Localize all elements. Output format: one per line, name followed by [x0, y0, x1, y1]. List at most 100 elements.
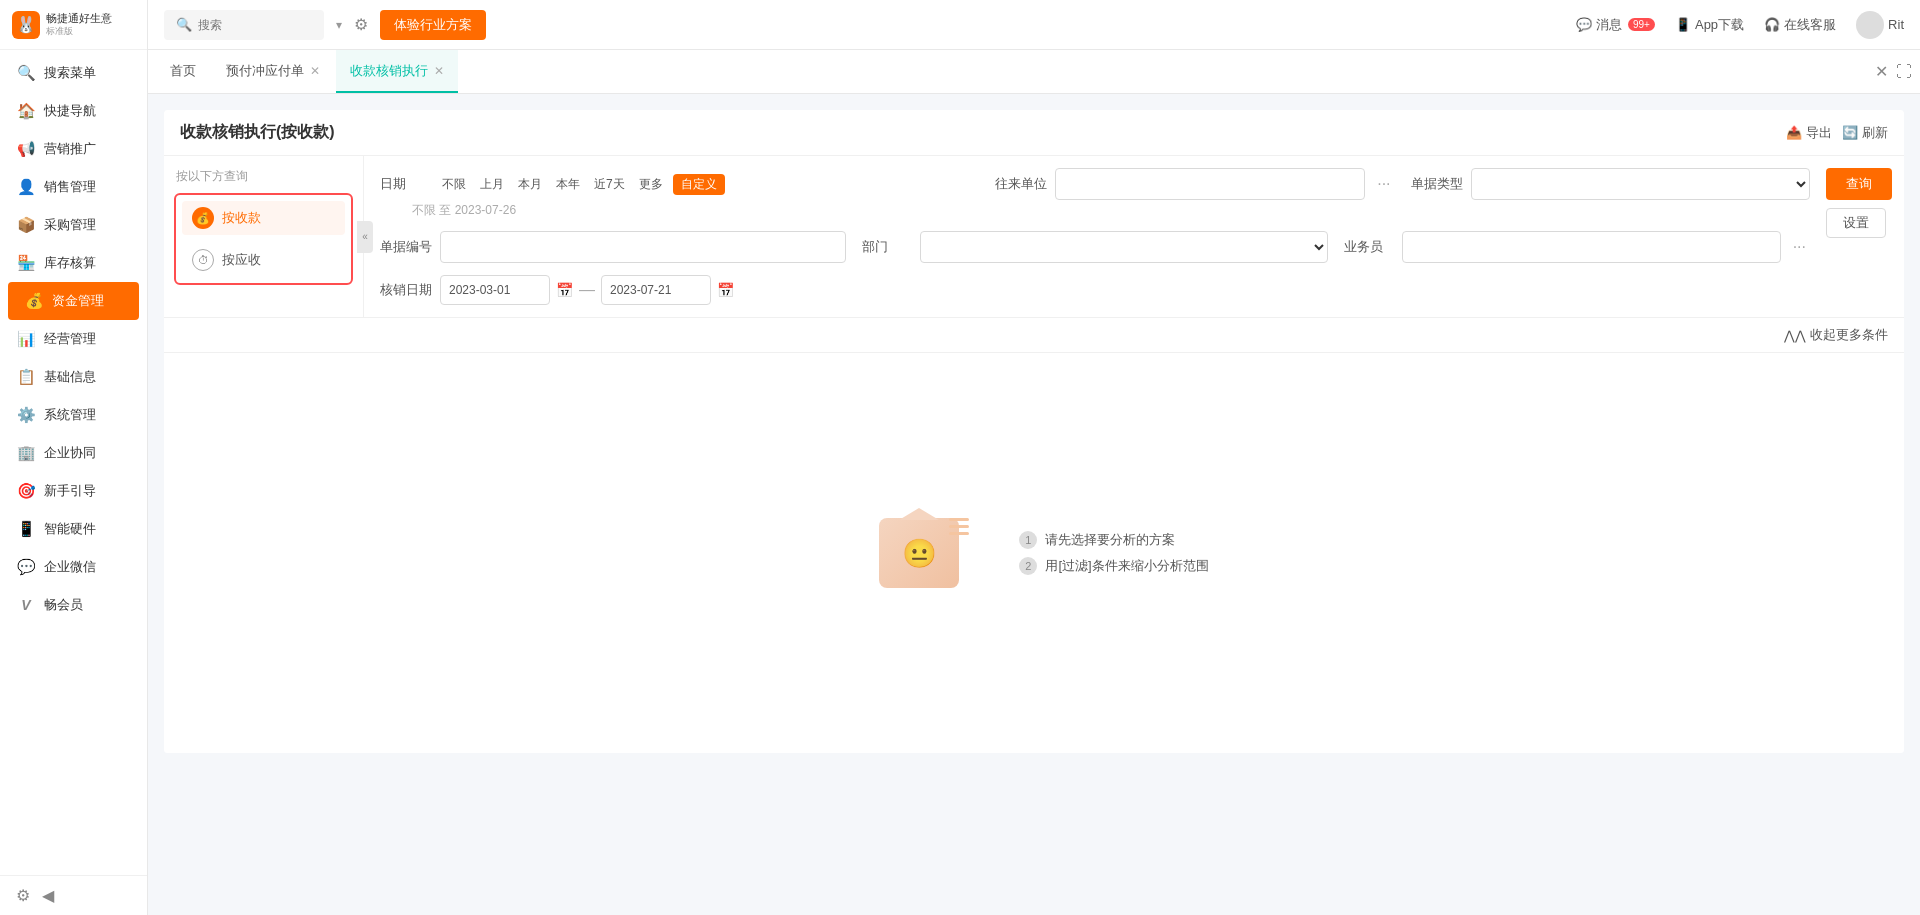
tab-prepay-close[interactable]: ✕ [310, 64, 320, 78]
message-button[interactable]: 💬 消息 99+ [1576, 16, 1655, 34]
query-type-by-receivable[interactable]: ⏱ 按应收 [182, 243, 345, 277]
tabbar: 首页 预付冲应付单 ✕ 收款核销执行 ✕ ✕ ⛶ [148, 50, 1920, 94]
department-select[interactable] [920, 231, 1328, 263]
sidebar-item-label: 智能硬件 [44, 520, 96, 538]
query-type-items: 💰 按收款 ⏱ 按应收 [182, 201, 345, 277]
logo: 🐰 畅捷通好生意 标准版 [0, 0, 147, 50]
tab-home-label: 首页 [170, 62, 196, 80]
sidebar-item-label: 快捷导航 [44, 102, 96, 120]
shortcut-this-month[interactable]: 本月 [514, 174, 546, 195]
date-shortcuts: 不限 上月 本月 本年 近7天 更多 自定义 [438, 174, 725, 195]
empty-box: 😐 [879, 518, 959, 588]
shortcut-unlimited[interactable]: 不限 [438, 174, 470, 195]
tab-receipt-writeoff-close[interactable]: ✕ [434, 64, 444, 78]
logo-icon: 🐰 [12, 11, 40, 39]
sidebar-item-quick-nav[interactable]: 🏠 快捷导航 [0, 92, 147, 130]
refresh-icon: 🔄 [1842, 125, 1858, 140]
topbar-gear-icon[interactable]: ⚙ [354, 15, 368, 34]
page-title-bar: 收款核销执行(按收款) 📤 导出 🔄 刷新 [164, 110, 1904, 156]
app-download-button[interactable]: 📱 App下载 [1675, 16, 1744, 34]
collapse-query-panel-icon[interactable]: « [357, 221, 373, 253]
sales-icon: 👤 [16, 178, 36, 196]
search-input[interactable] [198, 18, 312, 32]
query-type-title: 按以下方查询 [176, 168, 351, 185]
sidebar-item-purchase[interactable]: 📦 采购管理 [0, 206, 147, 244]
sidebar-item-label: 企业微信 [44, 558, 96, 576]
counterpart-group: 往来单位 ··· [995, 168, 1394, 200]
salesperson-ellipsis-icon[interactable]: ··· [1789, 238, 1810, 256]
sidebar-item-finance[interactable]: 💰 资金管理 [8, 282, 139, 320]
salesperson-label: 业务员 [1344, 238, 1394, 256]
system-icon: ⚙️ [16, 406, 36, 424]
collapse-sidebar-icon[interactable]: ◀ [42, 886, 54, 905]
sidebar-item-wechat[interactable]: 💬 企业微信 [0, 548, 147, 586]
query-receipt-label: 按收款 [222, 209, 261, 227]
filter-settings-button[interactable]: 设置 [1826, 208, 1886, 238]
hint-num-2: 2 [1019, 557, 1037, 575]
shortcut-last-month[interactable]: 上月 [476, 174, 508, 195]
online-service-button[interactable]: 🎧 在线客服 [1764, 16, 1836, 34]
collapse-conditions-button[interactable]: ⋀⋀ 收起更多条件 [1784, 326, 1888, 344]
sidebar-item-search-menu[interactable]: 🔍 搜索菜单 [0, 54, 147, 92]
writeoff-date-start-input[interactable] [440, 275, 550, 305]
sidebar-item-marketing[interactable]: 📢 营销推广 [0, 130, 147, 168]
salesperson-input[interactable] [1402, 231, 1781, 263]
sidebar-item-hardware[interactable]: 📱 智能硬件 [0, 510, 147, 548]
guide-icon: 🎯 [16, 482, 36, 500]
solution-button[interactable]: 体验行业方案 [380, 10, 486, 40]
sidebar-item-guide[interactable]: 🎯 新手引导 [0, 472, 147, 510]
tab-home[interactable]: 首页 [156, 50, 210, 93]
sidebar-item-label: 基础信息 [44, 368, 96, 386]
writeoff-date-group: 核销日期 📅 — 📅 [380, 275, 734, 305]
query-button[interactable]: 查询 [1826, 168, 1892, 200]
app-icon: 📱 [1675, 17, 1691, 32]
tab-close-all-icon[interactable]: ✕ [1875, 62, 1888, 81]
content: 收款核销执行(按收款) 📤 导出 🔄 刷新 按以下方查询 [148, 94, 1920, 915]
sidebar-item-member[interactable]: V 畅会员 [0, 586, 147, 624]
filter-actions: 查询 设置 [1826, 156, 1904, 317]
filter-row-1: 日期 不限 上月 本月 本年 近7天 更多 自定义 [380, 168, 1810, 200]
empty-illustration: 😐 [859, 503, 979, 603]
empty-hint-1: 1 请先选择要分析的方案 [1019, 531, 1208, 549]
marketing-icon: 📢 [16, 140, 36, 158]
sidebar-item-enterprise[interactable]: 🏢 企业协同 [0, 434, 147, 472]
settings-icon[interactable]: ⚙ [16, 886, 30, 905]
refresh-button[interactable]: 🔄 刷新 [1842, 124, 1888, 142]
tab-prepay-label: 预付冲应付单 [226, 62, 304, 80]
date-range: 📅 — 📅 [440, 275, 734, 305]
business-icon: 📊 [16, 330, 36, 348]
doctype-select[interactable] [1471, 168, 1810, 200]
shortcut-7days[interactable]: 近7天 [590, 174, 629, 195]
shortcut-custom[interactable]: 自定义 [673, 174, 725, 195]
tab-receipt-writeoff[interactable]: 收款核销执行 ✕ [336, 50, 458, 93]
empty-lines [949, 518, 969, 535]
tab-prepay[interactable]: 预付冲应付单 ✕ [212, 50, 334, 93]
date-end-calendar-icon[interactable]: 📅 [717, 282, 734, 298]
writeoff-date-end-input[interactable] [601, 275, 711, 305]
query-type-by-receipt[interactable]: 💰 按收款 [182, 201, 345, 235]
sidebar-item-business[interactable]: 📊 经营管理 [0, 320, 147, 358]
user-info[interactable]: Rit [1856, 11, 1904, 39]
message-badge: 99+ [1628, 18, 1655, 31]
shortcut-this-year[interactable]: 本年 [552, 174, 584, 195]
export-button[interactable]: 📤 导出 [1786, 124, 1832, 142]
sidebar-item-system[interactable]: ⚙️ 系统管理 [0, 396, 147, 434]
page-title: 收款核销执行(按收款) [180, 122, 335, 143]
sidebar-item-inventory[interactable]: 🏪 库存核算 [0, 244, 147, 282]
counterpart-input[interactable] [1055, 168, 1365, 200]
date-group: 日期 不限 上月 本月 本年 近7天 更多 自定义 [380, 174, 979, 195]
sidebar-item-sales[interactable]: 👤 销售管理 [0, 168, 147, 206]
topbar-search-box[interactable]: 🔍 [164, 10, 324, 40]
docno-input[interactable] [440, 231, 846, 263]
inventory-icon: 🏪 [16, 254, 36, 272]
empty-line-3 [949, 532, 969, 535]
counterpart-ellipsis-icon[interactable]: ··· [1373, 175, 1394, 193]
tab-expand-icon[interactable]: ⛶ [1896, 63, 1912, 81]
search-chevron-icon[interactable]: ▾ [336, 18, 342, 32]
department-group: 部门 [862, 231, 1328, 263]
sidebar-item-label: 库存核算 [44, 254, 96, 272]
shortcut-more[interactable]: 更多 [635, 174, 667, 195]
sidebar-item-basic-info[interactable]: 📋 基础信息 [0, 358, 147, 396]
empty-line-2 [949, 525, 969, 528]
date-start-calendar-icon[interactable]: 📅 [556, 282, 573, 298]
